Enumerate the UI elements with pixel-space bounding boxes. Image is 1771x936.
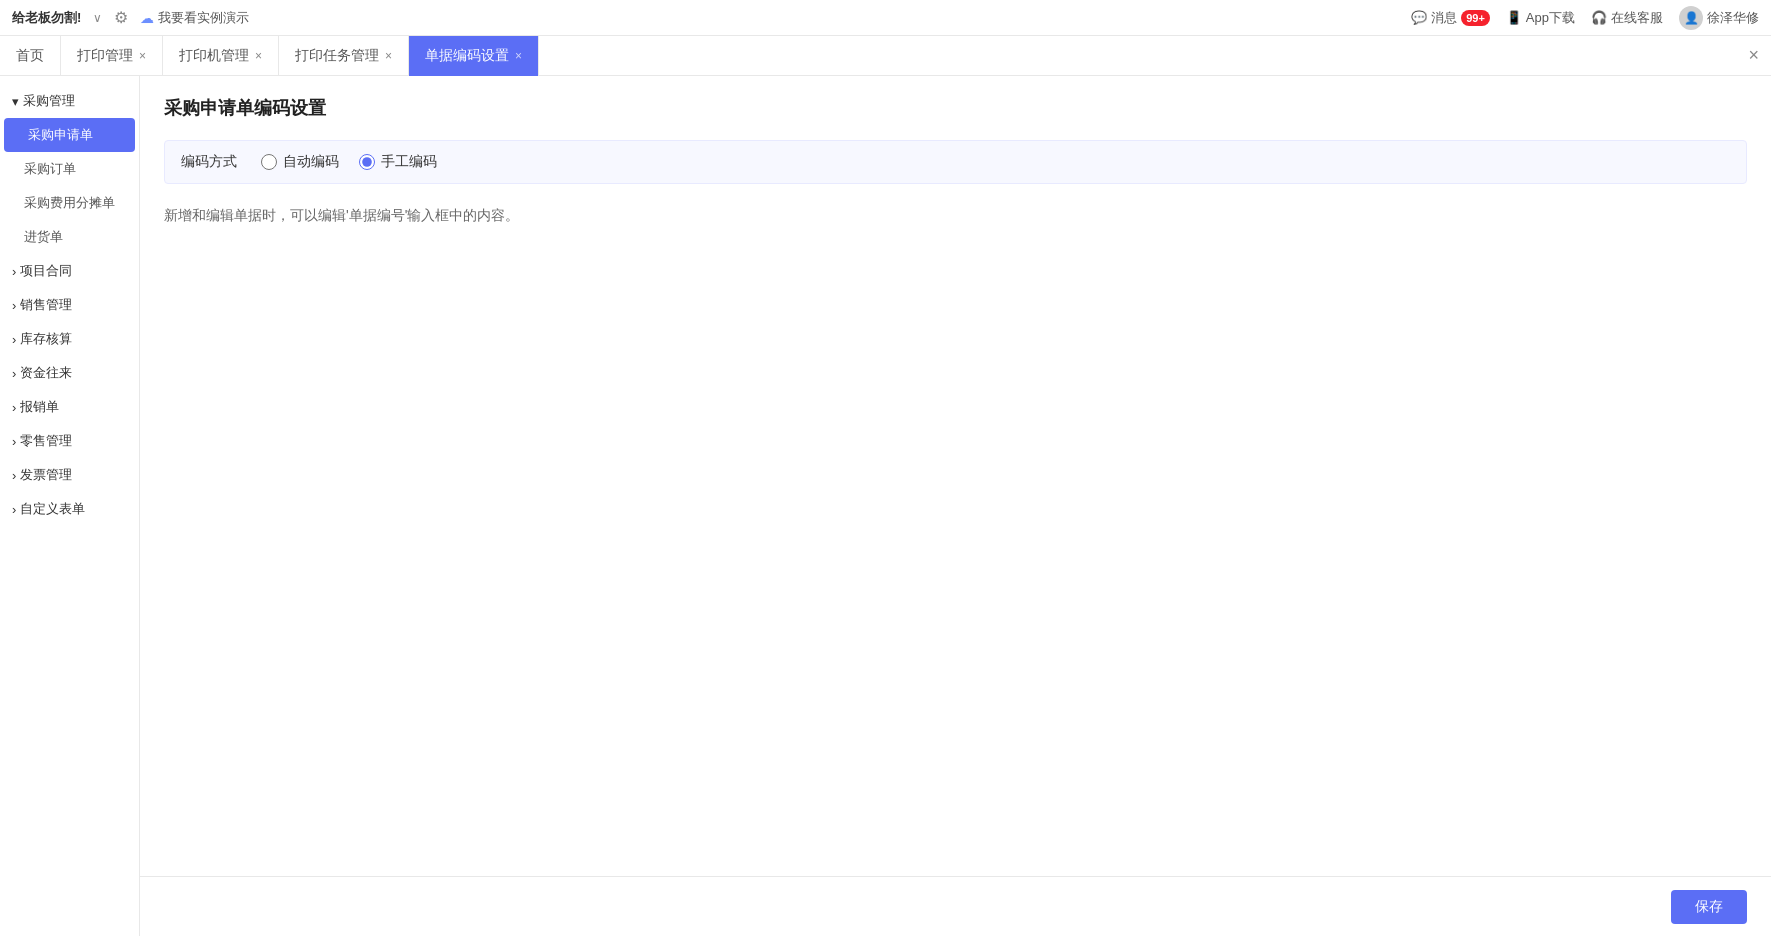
arrow-right-icon-invoice: › xyxy=(12,468,16,483)
message-icon: 💬 xyxy=(1411,10,1427,25)
message-button[interactable]: 💬 消息 99+ xyxy=(1411,9,1490,27)
sidebar-group-reimbursement-label: 报销单 xyxy=(20,398,59,416)
demo-text: 我要看实例演示 xyxy=(158,9,249,27)
cloud-icon: ☁ xyxy=(140,10,154,26)
sidebar-group-custom-form[interactable]: › 自定义表单 xyxy=(0,492,139,526)
sidebar: ▾ 采购管理 采购申请单 采购订单 采购费用分摊单 进货单 › 项目合同 › 销… xyxy=(0,76,140,936)
message-label: 消息 xyxy=(1431,9,1457,27)
hint-text: 新增和编辑单据时，可以编辑'单据编号'输入框中的内容。 xyxy=(164,204,1747,226)
service-icon: 🎧 xyxy=(1591,10,1607,25)
tab-home[interactable]: 首页 xyxy=(0,36,61,76)
arrow-down-icon: ▾ xyxy=(12,94,19,109)
settings-icon[interactable]: ⚙ xyxy=(114,8,128,27)
main-layout: ▾ 采购管理 采购申请单 采购订单 采购费用分摊单 进货单 › 项目合同 › 销… xyxy=(0,76,1771,936)
sidebar-group-purchase-label: 采购管理 xyxy=(23,92,75,110)
arrow-right-icon-sales: › xyxy=(12,298,16,313)
tab-print-management[interactable]: 打印管理 × xyxy=(61,36,163,76)
chevron-icon[interactable]: ∨ xyxy=(93,11,102,25)
close-all-button[interactable]: × xyxy=(1736,45,1771,66)
sidebar-item-purchase-request[interactable]: 采购申请单 xyxy=(4,118,135,152)
sidebar-group-sales-label: 销售管理 xyxy=(20,296,72,314)
sidebar-group-retail[interactable]: › 零售管理 xyxy=(0,424,139,458)
tab-print-management-label: 打印管理 xyxy=(77,47,133,65)
sidebar-item-purchase-expense-label: 采购费用分摊单 xyxy=(24,195,115,210)
sidebar-item-incoming-label: 进货单 xyxy=(24,229,63,244)
sidebar-group-purchase[interactable]: ▾ 采购管理 xyxy=(0,84,139,118)
tab-home-label: 首页 xyxy=(16,47,44,65)
tab-bar: 首页 打印管理 × 打印机管理 × 打印任务管理 × 单据编码设置 × × xyxy=(0,36,1771,76)
content-inner: 采购申请单编码设置 编码方式 自动编码 手工编码 xyxy=(140,76,1771,876)
tab-print-task[interactable]: 打印任务管理 × xyxy=(279,36,409,76)
tab-code-settings[interactable]: 单据编码设置 × xyxy=(409,36,539,76)
auto-code-option[interactable]: 自动编码 xyxy=(261,153,339,171)
save-button[interactable]: 保存 xyxy=(1671,890,1747,924)
sidebar-group-inventory[interactable]: › 库存核算 xyxy=(0,322,139,356)
sidebar-group-capital-label: 资金往来 xyxy=(20,364,72,382)
arrow-right-icon-custom: › xyxy=(12,502,16,517)
arrow-right-icon-contract: › xyxy=(12,264,16,279)
arrow-right-icon-capital: › xyxy=(12,366,16,381)
brand-text: 给老板勿割! xyxy=(12,9,81,27)
sidebar-group-sales[interactable]: › 销售管理 xyxy=(0,288,139,322)
app-icon: 📱 xyxy=(1506,10,1522,25)
arrow-right-icon-reimburse: › xyxy=(12,400,16,415)
sidebar-item-purchase-order[interactable]: 采购订单 xyxy=(0,152,139,186)
auto-code-radio[interactable] xyxy=(261,154,277,170)
demo-link[interactable]: ☁ 我要看实例演示 xyxy=(140,9,249,27)
manual-code-radio[interactable] xyxy=(359,154,375,170)
app-download-label: App下载 xyxy=(1526,9,1575,27)
content-main: 采购申请单编码设置 编码方式 自动编码 手工编码 xyxy=(140,76,1771,936)
sidebar-item-purchase-order-label: 采购订单 xyxy=(24,161,76,176)
tab-print-task-close[interactable]: × xyxy=(385,49,392,63)
sidebar-group-custom-form-label: 自定义表单 xyxy=(20,500,85,518)
tab-printer-management[interactable]: 打印机管理 × xyxy=(163,36,279,76)
encoding-label: 编码方式 xyxy=(181,153,237,171)
tab-code-settings-label: 单据编码设置 xyxy=(425,47,509,65)
sidebar-group-contract-label: 项目合同 xyxy=(20,262,72,280)
top-bar-left: 给老板勿割! ∨ ⚙ ☁ 我要看实例演示 xyxy=(12,8,249,27)
content-area: 采购申请单编码设置 编码方式 自动编码 手工编码 xyxy=(140,76,1771,936)
sidebar-group-contract[interactable]: › 项目合同 xyxy=(0,254,139,288)
encoding-row: 编码方式 自动编码 手工编码 xyxy=(164,140,1747,184)
sidebar-group-inventory-label: 库存核算 xyxy=(20,330,72,348)
online-service-button[interactable]: 🎧 在线客服 xyxy=(1591,9,1663,27)
sidebar-item-purchase-request-label: 采购申请单 xyxy=(28,127,93,142)
top-bar: 给老板勿割! ∨ ⚙ ☁ 我要看实例演示 💬 消息 99+ 📱 App下载 🎧 … xyxy=(0,0,1771,36)
avatar: 👤 xyxy=(1679,6,1703,30)
user-label: 徐泽华修 xyxy=(1707,9,1759,27)
message-badge: 99+ xyxy=(1461,10,1490,26)
manual-code-label: 手工编码 xyxy=(381,153,437,171)
manual-code-option[interactable]: 手工编码 xyxy=(359,153,437,171)
sidebar-group-retail-label: 零售管理 xyxy=(20,432,72,450)
arrow-right-icon-retail: › xyxy=(12,434,16,449)
sidebar-item-purchase-expense[interactable]: 采购费用分摊单 xyxy=(0,186,139,220)
radio-group: 自动编码 手工编码 xyxy=(261,153,437,171)
tab-printer-management-label: 打印机管理 xyxy=(179,47,249,65)
sidebar-group-reimbursement[interactable]: › 报销单 xyxy=(0,390,139,424)
tab-print-task-label: 打印任务管理 xyxy=(295,47,379,65)
sidebar-group-invoice-label: 发票管理 xyxy=(20,466,72,484)
page-title: 采购申请单编码设置 xyxy=(164,96,1747,120)
sidebar-item-incoming[interactable]: 进货单 xyxy=(0,220,139,254)
arrow-right-icon-inventory: › xyxy=(12,332,16,347)
tab-code-settings-close[interactable]: × xyxy=(515,49,522,63)
sidebar-group-capital[interactable]: › 资金往来 xyxy=(0,356,139,390)
top-bar-right: 💬 消息 99+ 📱 App下载 🎧 在线客服 👤 徐泽华修 xyxy=(1411,6,1759,30)
content-footer: 保存 xyxy=(140,876,1771,936)
sidebar-group-invoice[interactable]: › 发票管理 xyxy=(0,458,139,492)
user-menu[interactable]: 👤 徐泽华修 xyxy=(1679,6,1759,30)
tab-print-management-close[interactable]: × xyxy=(139,49,146,63)
app-download-button[interactable]: 📱 App下载 xyxy=(1506,9,1575,27)
online-service-label: 在线客服 xyxy=(1611,9,1663,27)
tab-printer-management-close[interactable]: × xyxy=(255,49,262,63)
auto-code-label: 自动编码 xyxy=(283,153,339,171)
